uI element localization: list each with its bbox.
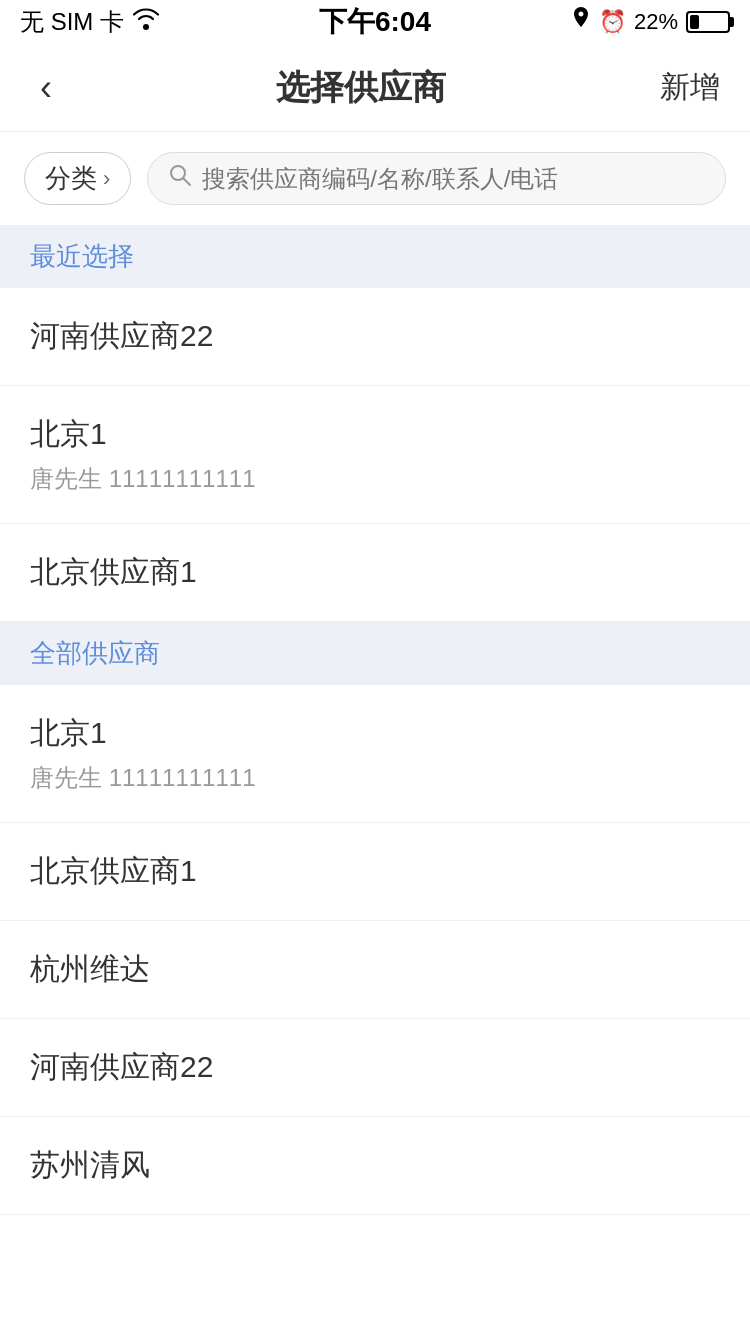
filter-bar: 分类 › [0, 132, 750, 225]
item-name: 河南供应商22 [30, 316, 720, 357]
alarm-icon: ⏰ [599, 9, 626, 35]
sim-text: 无 SIM 卡 [20, 6, 124, 38]
list-item[interactable]: 北京供应商1 [0, 823, 750, 921]
item-name: 北京供应商1 [30, 552, 720, 593]
status-left: 无 SIM 卡 [20, 6, 160, 38]
item-name: 北京供应商1 [30, 851, 720, 892]
item-name: 河南供应商22 [30, 1047, 720, 1088]
item-name: 北京1 [30, 713, 720, 754]
section-header-0: 最近选择 [0, 225, 750, 288]
search-input[interactable] [202, 165, 705, 193]
item-name: 杭州维达 [30, 949, 720, 990]
item-sub: 唐先生 11111111111 [30, 762, 720, 794]
status-right: ⏰ 22% [571, 7, 730, 37]
search-box[interactable] [147, 152, 726, 205]
status-bar: 无 SIM 卡 下午6:04 ⏰ 22% [0, 0, 750, 44]
item-sub: 唐先生 11111111111 [30, 463, 720, 495]
list-item[interactable]: 北京供应商1 [0, 524, 750, 622]
category-filter[interactable]: 分类 › [24, 152, 131, 205]
wifi-icon [132, 8, 160, 36]
list-item[interactable]: 北京1 唐先生 11111111111 [0, 685, 750, 823]
section-header-1: 全部供应商 [0, 622, 750, 685]
battery-icon [686, 11, 730, 33]
list-item[interactable]: 河南供应商22 [0, 1019, 750, 1117]
status-time: 下午6:04 [319, 3, 431, 41]
item-name: 北京1 [30, 414, 720, 455]
location-icon [571, 7, 591, 37]
svg-line-1 [184, 179, 191, 186]
list-item[interactable]: 北京1 唐先生 11111111111 [0, 386, 750, 524]
item-name: 苏州清风 [30, 1145, 720, 1186]
category-label: 分类 [45, 161, 97, 196]
chevron-right-icon: › [103, 166, 110, 192]
battery-percent: 22% [634, 9, 678, 35]
nav-bar: ‹ 选择供应商 新增 [0, 44, 750, 132]
add-button[interactable]: 新增 [660, 67, 720, 108]
list-item[interactable]: 河南供应商22 [0, 288, 750, 386]
section-header-label-0: 最近选择 [30, 241, 134, 271]
list-item[interactable]: 苏州清风 [0, 1117, 750, 1215]
back-button[interactable]: ‹ [30, 57, 62, 119]
section-header-label-1: 全部供应商 [30, 638, 160, 668]
page-title: 选择供应商 [276, 65, 446, 111]
search-icon [168, 163, 192, 194]
sections-container: 最近选择河南供应商22 北京1 唐先生 11111111111 北京供应商1 全部供应商… [0, 225, 750, 1215]
list-item[interactable]: 杭州维达 [0, 921, 750, 1019]
